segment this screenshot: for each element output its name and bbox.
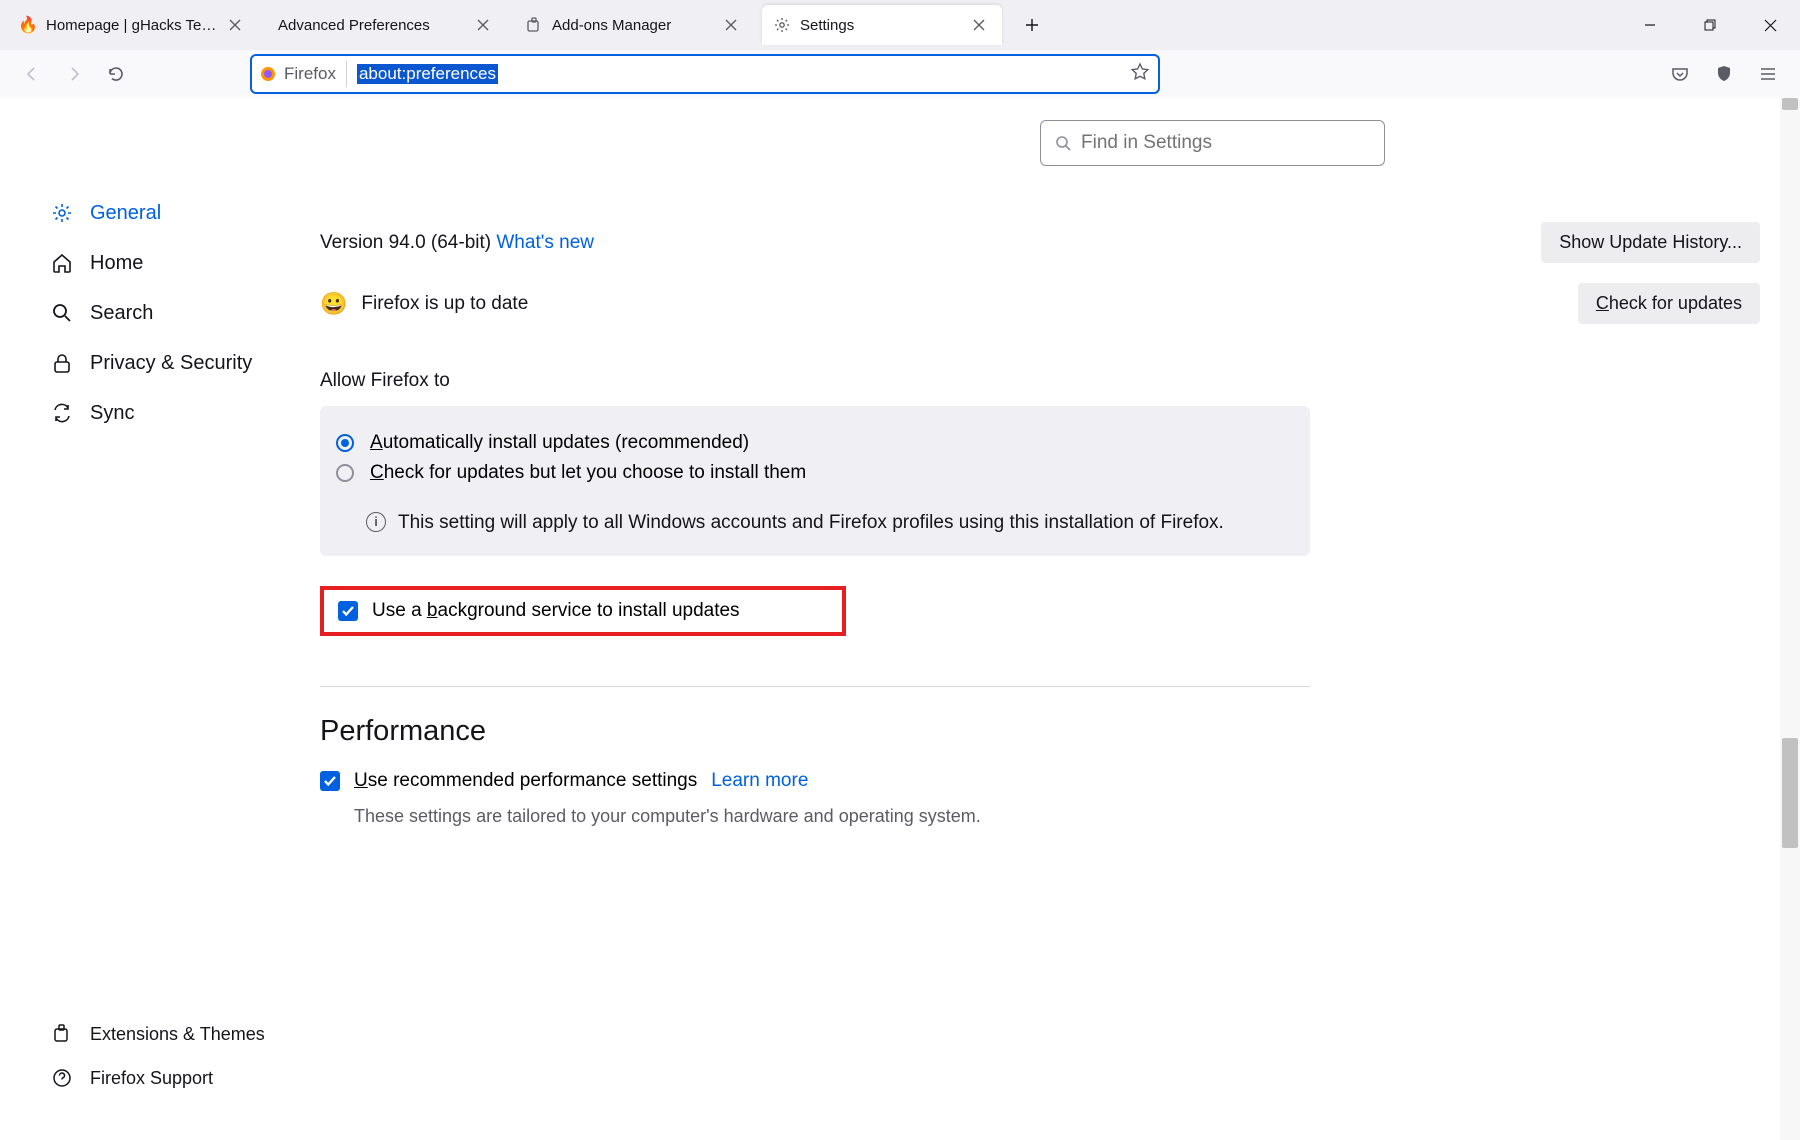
home-icon bbox=[50, 251, 74, 275]
gear-icon bbox=[774, 17, 790, 33]
new-tab-button[interactable] bbox=[1014, 7, 1050, 43]
pocket-icon[interactable] bbox=[1662, 56, 1698, 92]
performance-description: These settings are tailored to your comp… bbox=[354, 806, 1760, 827]
minimize-button[interactable] bbox=[1620, 0, 1680, 50]
shield-icon[interactable] bbox=[1706, 56, 1742, 92]
tab-label: Advanced Preferences bbox=[278, 17, 466, 34]
search-placeholder: Find in Settings bbox=[1081, 132, 1212, 154]
radio-label: Automatically install updates (recommend… bbox=[370, 432, 749, 454]
performance-heading: Performance bbox=[320, 715, 1760, 748]
sidebar-item-label: Privacy & Security bbox=[90, 352, 252, 375]
check-for-updates-button[interactable]: Check for updates bbox=[1578, 283, 1760, 324]
back-button[interactable] bbox=[14, 56, 50, 92]
smile-icon: 😀 bbox=[320, 291, 347, 317]
menu-icon[interactable] bbox=[1750, 56, 1786, 92]
update-mode-group: Automatically install updates (recommend… bbox=[320, 406, 1310, 556]
sidebar-item-sync[interactable]: Sync bbox=[50, 388, 280, 438]
checkbox-checked-icon bbox=[320, 771, 340, 791]
url-bar[interactable]: Firefox about:preferences bbox=[250, 54, 1160, 94]
tab-bar: 🔥 Homepage | gHacks Technology Advanced … bbox=[0, 0, 1800, 50]
sidebar-item-extensions[interactable]: Extensions & Themes bbox=[50, 1012, 280, 1056]
radio-auto-install[interactable]: Automatically install updates (recommend… bbox=[336, 432, 1294, 454]
info-text: This setting will apply to all Windows a… bbox=[398, 508, 1224, 538]
search-icon bbox=[1055, 135, 1071, 151]
sidebar-item-search[interactable]: Search bbox=[50, 288, 280, 338]
addon-icon bbox=[526, 17, 542, 33]
lock-icon bbox=[50, 351, 74, 375]
sidebar-item-label: General bbox=[90, 202, 161, 225]
divider bbox=[320, 686, 1310, 687]
recommended-perf-checkbox-row[interactable]: Use recommended performance settings Lea… bbox=[320, 770, 1760, 792]
sidebar-item-label: Extensions & Themes bbox=[90, 1024, 265, 1045]
find-in-settings-input[interactable]: Find in Settings bbox=[1040, 120, 1385, 166]
radio-label: Check for updates but let you choose to … bbox=[370, 462, 806, 484]
sidebar-item-label: Firefox Support bbox=[90, 1068, 213, 1089]
content-area: General Home Search Privacy & Security S… bbox=[0, 98, 1800, 1140]
reload-button[interactable] bbox=[98, 56, 134, 92]
sidebar-item-support[interactable]: Firefox Support bbox=[50, 1056, 280, 1100]
version-text: Version 94.0 (64-bit) What's new bbox=[320, 232, 594, 254]
sidebar-item-general[interactable]: General bbox=[50, 188, 280, 238]
checkbox-label: Use recommended performance settings bbox=[354, 770, 697, 792]
nav-toolbar: Firefox about:preferences bbox=[0, 50, 1800, 98]
firefox-icon bbox=[260, 66, 276, 82]
close-icon[interactable] bbox=[472, 14, 494, 36]
tab-advanced-preferences[interactable]: Advanced Preferences bbox=[266, 5, 506, 45]
search-icon bbox=[50, 301, 74, 325]
site-favicon: 🔥 bbox=[20, 17, 36, 33]
update-status-text: Firefox is up to date bbox=[361, 293, 528, 315]
tab-label: Homepage | gHacks Technology bbox=[46, 17, 218, 34]
bookmark-star-icon[interactable] bbox=[1130, 62, 1150, 87]
tab-label: Settings bbox=[800, 17, 962, 34]
info-icon: i bbox=[366, 512, 386, 532]
sidebar-item-label: Home bbox=[90, 252, 143, 275]
url-identity-label: Firefox bbox=[284, 64, 336, 84]
whats-new-link[interactable]: What's new bbox=[496, 232, 594, 253]
checkbox-checked-icon bbox=[338, 601, 358, 621]
show-update-history-button[interactable]: Show Update History... bbox=[1541, 222, 1760, 263]
learn-more-link[interactable]: Learn more bbox=[711, 770, 808, 792]
addon-icon bbox=[50, 1022, 74, 1046]
settings-sidebar: General Home Search Privacy & Security S… bbox=[0, 98, 280, 1140]
help-icon bbox=[50, 1066, 74, 1090]
sidebar-item-label: Search bbox=[90, 302, 153, 325]
close-icon[interactable] bbox=[224, 14, 246, 36]
tab-settings[interactable]: Settings bbox=[762, 5, 1002, 45]
settings-main: Find in Settings Version 94.0 (64-bit) W… bbox=[280, 98, 1800, 1140]
sidebar-item-home[interactable]: Home bbox=[50, 238, 280, 288]
url-identity-box[interactable]: Firefox bbox=[260, 61, 347, 87]
close-icon[interactable] bbox=[720, 14, 742, 36]
radio-check-only[interactable]: Check for updates but let you choose to … bbox=[336, 462, 1294, 484]
sidebar-item-privacy[interactable]: Privacy & Security bbox=[50, 338, 280, 388]
allow-firefox-heading: Allow Firefox to bbox=[320, 370, 1760, 392]
url-text: about:preferences bbox=[357, 64, 498, 84]
tab-label: Add-ons Manager bbox=[552, 17, 714, 34]
forward-button[interactable] bbox=[56, 56, 92, 92]
gear-icon bbox=[50, 201, 74, 225]
sidebar-item-label: Sync bbox=[90, 402, 134, 425]
update-info-note: i This setting will apply to all Windows… bbox=[366, 508, 1294, 538]
radio-icon bbox=[336, 464, 354, 482]
tab-ghacks[interactable]: 🔥 Homepage | gHacks Technology bbox=[8, 5, 258, 45]
radio-icon bbox=[336, 434, 354, 452]
close-icon[interactable] bbox=[968, 14, 990, 36]
background-service-checkbox-row[interactable]: Use a background service to install upda… bbox=[320, 586, 846, 636]
sync-icon bbox=[50, 401, 74, 425]
maximize-button[interactable] bbox=[1680, 0, 1740, 50]
checkbox-label: Use a background service to install upda… bbox=[372, 600, 740, 622]
window-controls bbox=[1620, 0, 1800, 50]
close-window-button[interactable] bbox=[1740, 0, 1800, 50]
tab-addons-manager[interactable]: Add-ons Manager bbox=[514, 5, 754, 45]
